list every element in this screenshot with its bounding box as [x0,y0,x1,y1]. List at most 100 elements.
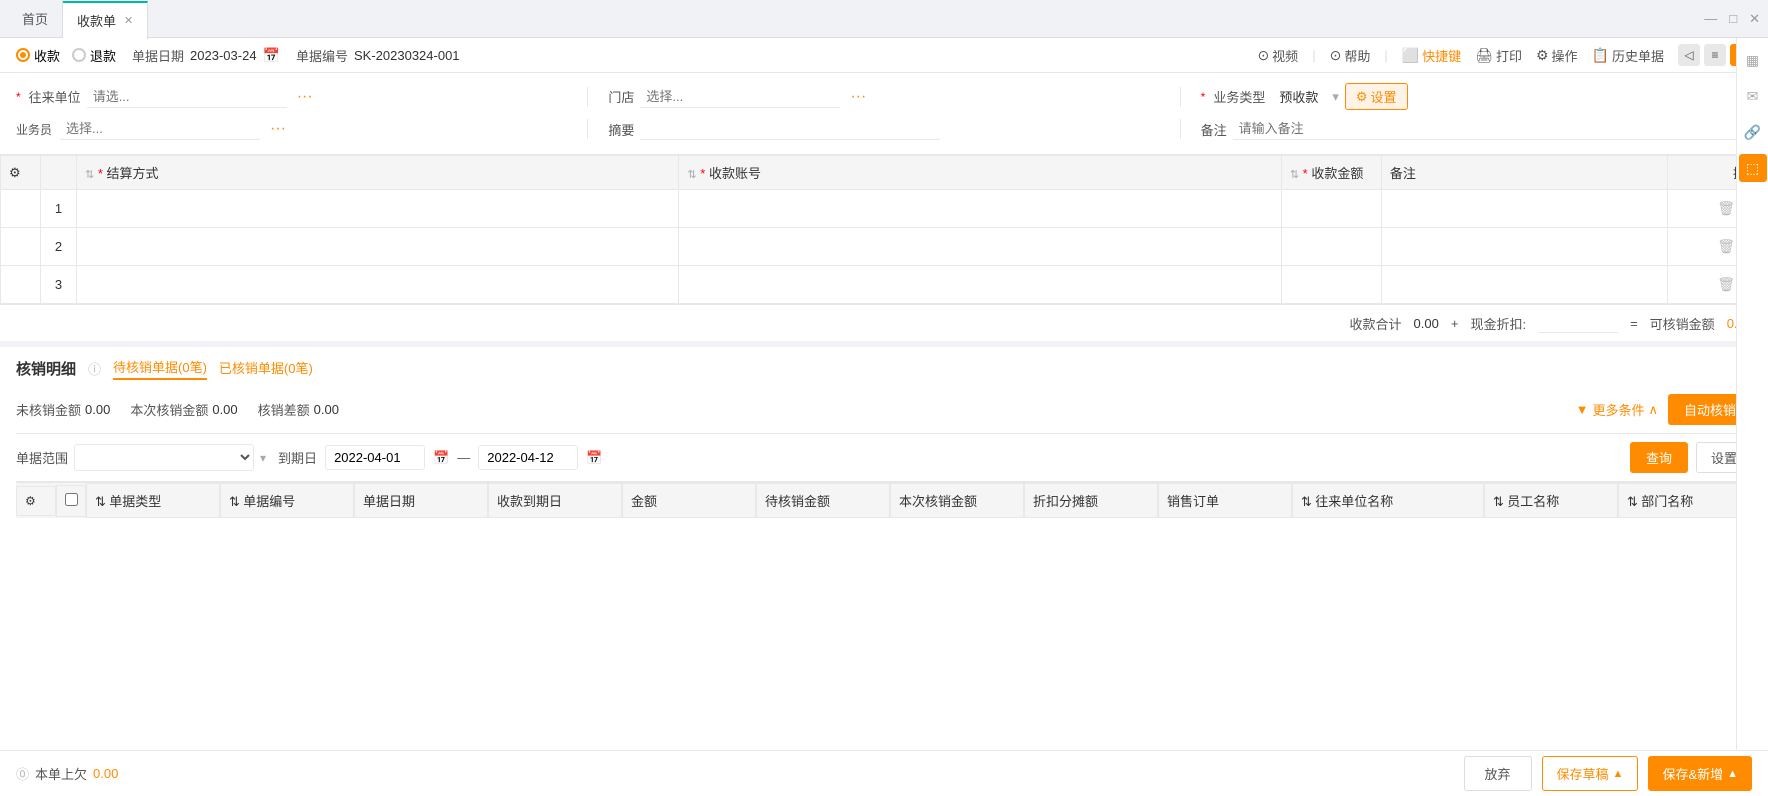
shortcut-button[interactable]: ⬜ 快捷键 [1402,46,1461,65]
date-to-input[interactable] [478,445,578,470]
row2-num: 2 [41,228,77,266]
store-field: 门店 ··· [608,86,1159,108]
verify-title: 核销明细 [16,358,76,379]
info-icon: ⓪ [16,764,29,783]
select-all-checkbox[interactable] [65,493,78,506]
row3-settle[interactable] [77,266,679,304]
sidebar-link-icon[interactable]: 🔗 [1739,118,1767,146]
calendar-to-icon[interactable]: 📅 [586,450,602,466]
close-button[interactable]: ✕ [1749,11,1760,27]
row1-delete-icon[interactable]: 🗑 [1717,200,1735,217]
receipt-table: ⚙ ⇅ * 结算方式 ⇅ * 收款账号 ⇅ * [0,155,1768,304]
settings-button[interactable]: ⚙ 设置 [1345,83,1408,110]
calendar-icon[interactable]: 📅 [263,47,280,64]
summary-field: 摘要 [608,118,1159,140]
help-button[interactable]: ⊙ 帮助 [1330,46,1371,65]
range-field: 单据范围 ▾ [16,444,266,471]
discount-input[interactable] [1538,313,1618,333]
note-field: 备注 [1201,118,1752,140]
form-area: * 往来单位 ··· 门店 ··· * 业务类型 预收款 ▾ ⚙ [0,73,1768,155]
date-from-input[interactable] [325,445,425,470]
query-button[interactable]: 查询 [1630,442,1688,473]
done-tab[interactable]: 已核销单据(0笔) [219,358,313,379]
operation-button[interactable]: ⚙ 操作 [1536,46,1578,65]
refund-radio[interactable]: 退款 [72,46,116,65]
partner-required-star: * [16,90,21,104]
due-date-label: 到期日 [278,448,317,467]
number-value: SK-20230324-001 [354,48,460,63]
tab-bar: 首页 收款单 ✕ — □ ✕ [0,0,1768,38]
row1-settle[interactable] [77,190,679,228]
table-row: 1 🗑 ⧉ [1,190,1768,228]
plus-sign: + [1451,316,1459,331]
bottom-col-order: 销售订单 [1158,483,1292,518]
amount-required: * [1303,166,1308,181]
save-draft-arrow: ▲ [1613,768,1624,780]
abandon-button[interactable]: 放弃 [1464,756,1532,791]
bottom-col-type: ⇅ 单据类型 [86,483,220,518]
bottom-col-gear[interactable]: ⚙ [16,486,56,516]
layout-icon-2[interactable]: ≡ [1704,44,1726,66]
minimize-button[interactable]: — [1704,11,1717,26]
row2-amount[interactable] [1281,228,1381,266]
summary-input[interactable] [640,118,940,140]
row2-delete-icon[interactable]: 🗑 [1717,238,1735,255]
sep1: | [1312,48,1315,63]
history-button[interactable]: 📋 历史单据 [1592,46,1664,65]
toolbar-right: ⊙ 视频 | ⊙ 帮助 | ⬜ 快捷键 🖨 打印 ⚙ 操作 📋 [1257,44,1752,66]
row1-note[interactable] [1381,190,1667,228]
partner-more-btn[interactable]: ··· [293,88,317,106]
operation-icon: ⚙ [1536,47,1549,64]
store-more-btn[interactable]: ··· [846,88,870,106]
date-value[interactable]: 2023-03-24 [190,48,257,63]
row2-note[interactable] [1381,228,1667,266]
sort-icon: ⇅ [229,494,240,509]
receipt-radio[interactable]: 收款 [16,46,60,65]
maximize-button[interactable]: □ [1729,11,1737,26]
store-input[interactable] [640,86,840,108]
row3-note[interactable] [1381,266,1667,304]
row3-account[interactable] [679,266,1281,304]
note-input[interactable] [1233,118,1752,140]
pending-tab[interactable]: 待核销单据(0笔) [113,357,207,380]
tab-close-icon[interactable]: ✕ [124,14,133,27]
bottom-col-current: 本次核销金额 [890,483,1024,518]
filter-icon: ▼ [1576,402,1589,417]
save-draft-button[interactable]: 保存草稿 ▲ [1542,756,1639,791]
col-gear[interactable]: ⚙ [1,156,41,190]
more-conditions-btn[interactable]: ▼ 更多条件 ∧ [1576,400,1658,419]
tab-receipt[interactable]: 收款单 ✕ [63,1,148,39]
calendar-from-icon[interactable]: 📅 [433,450,449,466]
sort-icon: ⇅ [1627,494,1638,509]
staff-input[interactable] [60,118,260,140]
total-value: 0.00 [1414,316,1439,331]
row1-amount[interactable] [1281,190,1381,228]
home-label: 首页 [22,9,48,28]
bottom-col-check[interactable] [56,485,86,517]
save-new-button[interactable]: 保存&新增 ▲ [1648,756,1752,791]
row2-settle[interactable] [77,228,679,266]
biz-type-chevron[interactable]: ▾ [1332,89,1339,105]
row1-account[interactable] [679,190,1281,228]
row2-account[interactable] [679,228,1281,266]
row3-delete-icon[interactable]: 🗑 [1717,276,1735,293]
video-button[interactable]: ⊙ 视频 [1257,46,1298,65]
range-select[interactable] [74,444,254,471]
receipt-table-area: ⚙ ⇅ * 结算方式 ⇅ * 收款账号 ⇅ * [0,155,1768,304]
sidebar-camera-icon[interactable]: ⬚ [1739,154,1767,182]
receipt-type-group: 收款 退款 [16,46,116,65]
tab-home[interactable]: 首页 [8,0,63,38]
verify-info-icon: ⓘ [88,359,101,378]
row3-amount[interactable] [1281,266,1381,304]
row3-num: 3 [41,266,77,304]
settle-label: 结算方式 [107,166,159,181]
note-label: 备注 [1201,120,1227,139]
date-field-group: 单据日期 2023-03-24 📅 [132,46,280,65]
sidebar-table-icon[interactable]: ▦ [1739,46,1767,74]
staff-more-btn[interactable]: ··· [266,120,290,138]
partner-input[interactable] [87,86,287,108]
layout-icon-1[interactable]: ◁ [1678,44,1700,66]
print-button[interactable]: 🖨 打印 [1475,46,1522,65]
sidebar-mail-icon[interactable]: ✉ [1739,82,1767,110]
bottom-col-dept: ⇅ 部门名称 [1618,483,1752,518]
